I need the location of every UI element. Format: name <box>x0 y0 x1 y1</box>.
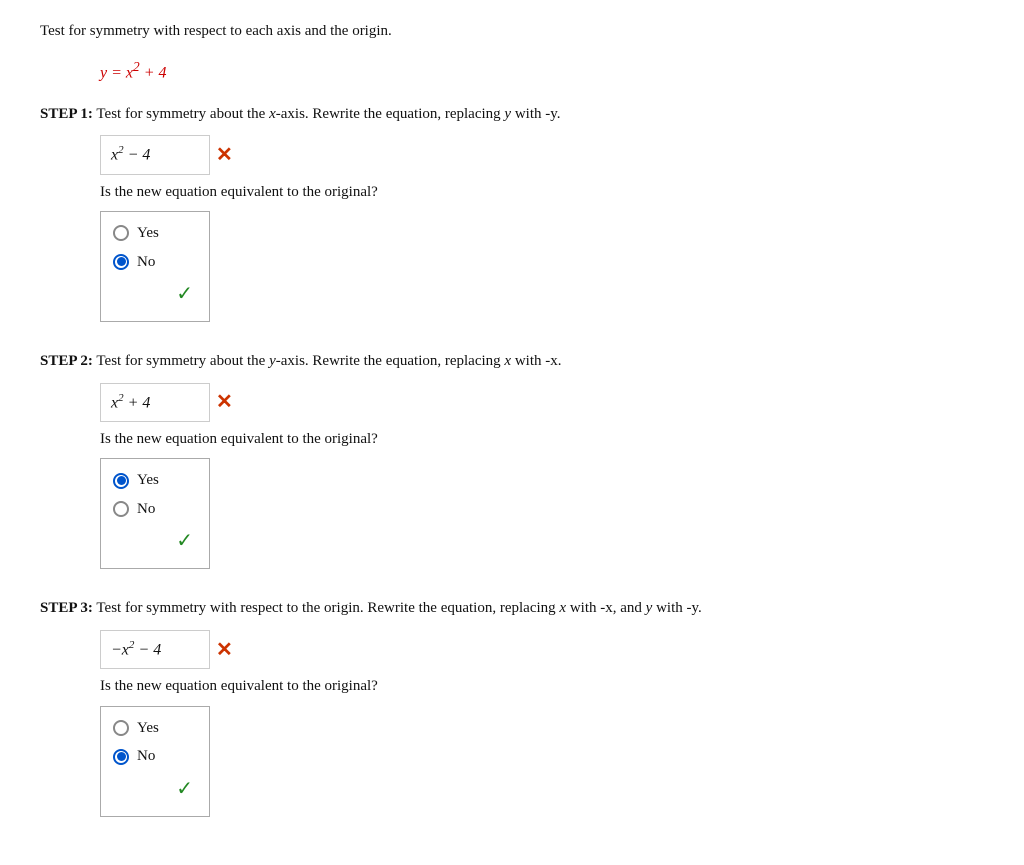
step-2-checkmark: ✓ <box>113 526 193 556</box>
step-3-equation-box: −x2 − 4 <box>100 630 210 669</box>
step-1-question: Is the new equation equivalent to the or… <box>40 181 984 204</box>
step-3-checkmark: ✓ <box>113 774 193 804</box>
step-1-yes-row[interactable]: Yes <box>113 222 193 245</box>
step-2-yes-label: Yes <box>137 469 159 492</box>
step-1-equation-box: x2 − 4 <box>100 135 210 174</box>
step-1-no-radio-inner <box>117 257 126 266</box>
step-1-no-label: No <box>137 251 155 274</box>
step-2-x-mark: ✕ <box>216 392 233 412</box>
step-1-checkmark: ✓ <box>113 279 193 309</box>
step-2-no-radio[interactable] <box>113 501 129 517</box>
step-1-answer-box: Yes No ✓ <box>100 211 210 322</box>
step-2-no-label: No <box>137 498 155 521</box>
step-3-no-radio[interactable] <box>113 749 129 765</box>
step-1-label: STEP 1: Test for symmetry about the x-ax… <box>40 103 984 126</box>
step-3-label: STEP 3: Test for symmetry with respect t… <box>40 597 984 620</box>
step-1-block: STEP 1: Test for symmetry about the x-ax… <box>40 103 984 322</box>
step-3-yes-radio[interactable] <box>113 720 129 736</box>
step-3-yes-label: Yes <box>137 717 159 740</box>
step-2-yes-radio-inner <box>117 476 126 485</box>
step-3-yes-row[interactable]: Yes <box>113 717 193 740</box>
step-3-question: Is the new equation equivalent to the or… <box>40 675 984 698</box>
step-1-x-mark: ✕ <box>216 145 233 165</box>
step-2-equation-wrapper: x2 + 4 ✕ <box>40 383 984 422</box>
step-1-yes-label: Yes <box>137 222 159 245</box>
step-3-no-label: No <box>137 745 155 768</box>
step-1-yes-radio[interactable] <box>113 225 129 241</box>
step-2-no-row[interactable]: No <box>113 498 193 521</box>
step-2-yes-row[interactable]: Yes <box>113 469 193 492</box>
step-3-block: STEP 3: Test for symmetry with respect t… <box>40 597 984 816</box>
step-3-answer-box: Yes No ✓ <box>100 706 210 817</box>
step-1-equation-wrapper: x2 − 4 ✕ <box>40 135 984 174</box>
intro-text: Test for symmetry with respect to each a… <box>40 20 984 43</box>
step-2-yes-radio[interactable] <box>113 473 129 489</box>
step-2-answer-box: Yes No ✓ <box>100 458 210 569</box>
step-3-equation-wrapper: −x2 − 4 ✕ <box>40 630 984 669</box>
step-3-no-radio-inner <box>117 752 126 761</box>
step-3-no-row[interactable]: No <box>113 745 193 768</box>
step-2-block: STEP 2: Test for symmetry about the y-ax… <box>40 350 984 569</box>
step-2-question: Is the new equation equivalent to the or… <box>40 428 984 451</box>
step-3-x-mark: ✕ <box>216 640 233 660</box>
step-1-no-radio[interactable] <box>113 254 129 270</box>
step-2-equation-box: x2 + 4 <box>100 383 210 422</box>
main-equation: y = x2 + 4 <box>40 57 984 85</box>
step-1-no-row[interactable]: No <box>113 251 193 274</box>
step-2-label: STEP 2: Test for symmetry about the y-ax… <box>40 350 984 373</box>
